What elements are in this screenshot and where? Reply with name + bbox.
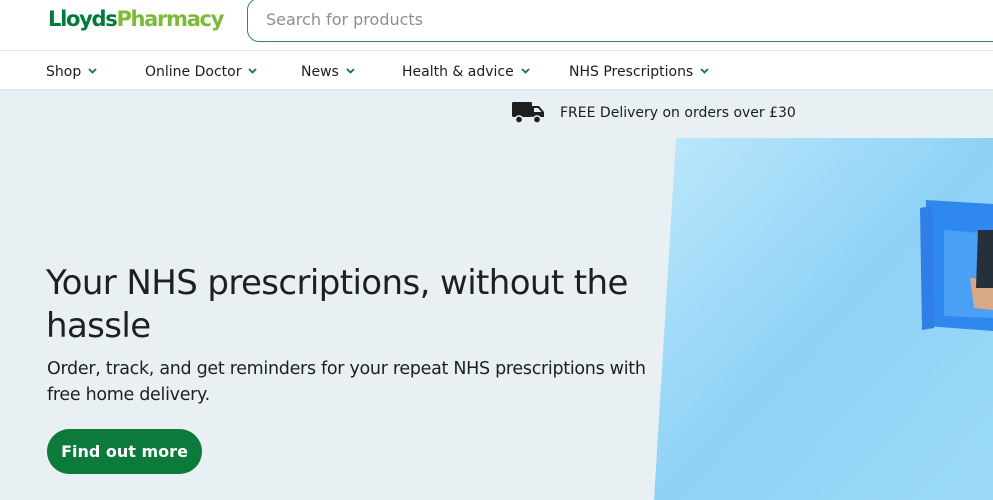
hero-subtitle: Order, track, and get reminders for your… [47, 359, 646, 405]
nav-item-nhs-prescriptions[interactable]: NHS Prescriptions [569, 62, 709, 80]
nav-item-health-advice[interactable]: Health & advice [402, 62, 530, 80]
search-placeholder: Search for products [266, 10, 424, 29]
logo-part-pharmacy: Pharmacy [116, 7, 224, 31]
lloyds-pharmacy-logo[interactable]: LloydsPharmacy [48, 6, 224, 32]
find-out-more-button[interactable]: Find out more [47, 429, 202, 474]
nav-item-label: News [301, 64, 339, 80]
hero-headline: Your NHS prescriptions, without the hass… [46, 263, 628, 346]
nav-item-online-doctor[interactable]: Online Doctor [145, 62, 258, 80]
main-navigation: Shop Online Doctor News Health & advice … [0, 50, 993, 90]
chevron-down-icon [521, 62, 530, 78]
nav-item-shop[interactable]: Shop [46, 62, 97, 80]
nav-item-label: Online Doctor [145, 64, 242, 80]
search-input[interactable]: Search for products [247, 0, 993, 42]
header: LloydsPharmacy Search for products [0, 0, 993, 50]
chevron-down-icon [88, 62, 97, 78]
nav-item-label: Shop [46, 64, 82, 80]
hero-image [654, 138, 993, 500]
delivery-promo-text: FREE Delivery on orders over £30 [560, 105, 796, 121]
truck-icon [512, 101, 545, 129]
chevron-down-icon [248, 62, 258, 78]
nav-item-label: Health & advice [402, 64, 514, 80]
nav-item-news[interactable]: News [301, 62, 355, 80]
chevron-down-icon [700, 62, 709, 78]
chevron-down-icon [346, 62, 355, 78]
nav-item-label: NHS Prescriptions [569, 64, 694, 80]
logo-part-lloyds: Lloyds [48, 7, 118, 31]
